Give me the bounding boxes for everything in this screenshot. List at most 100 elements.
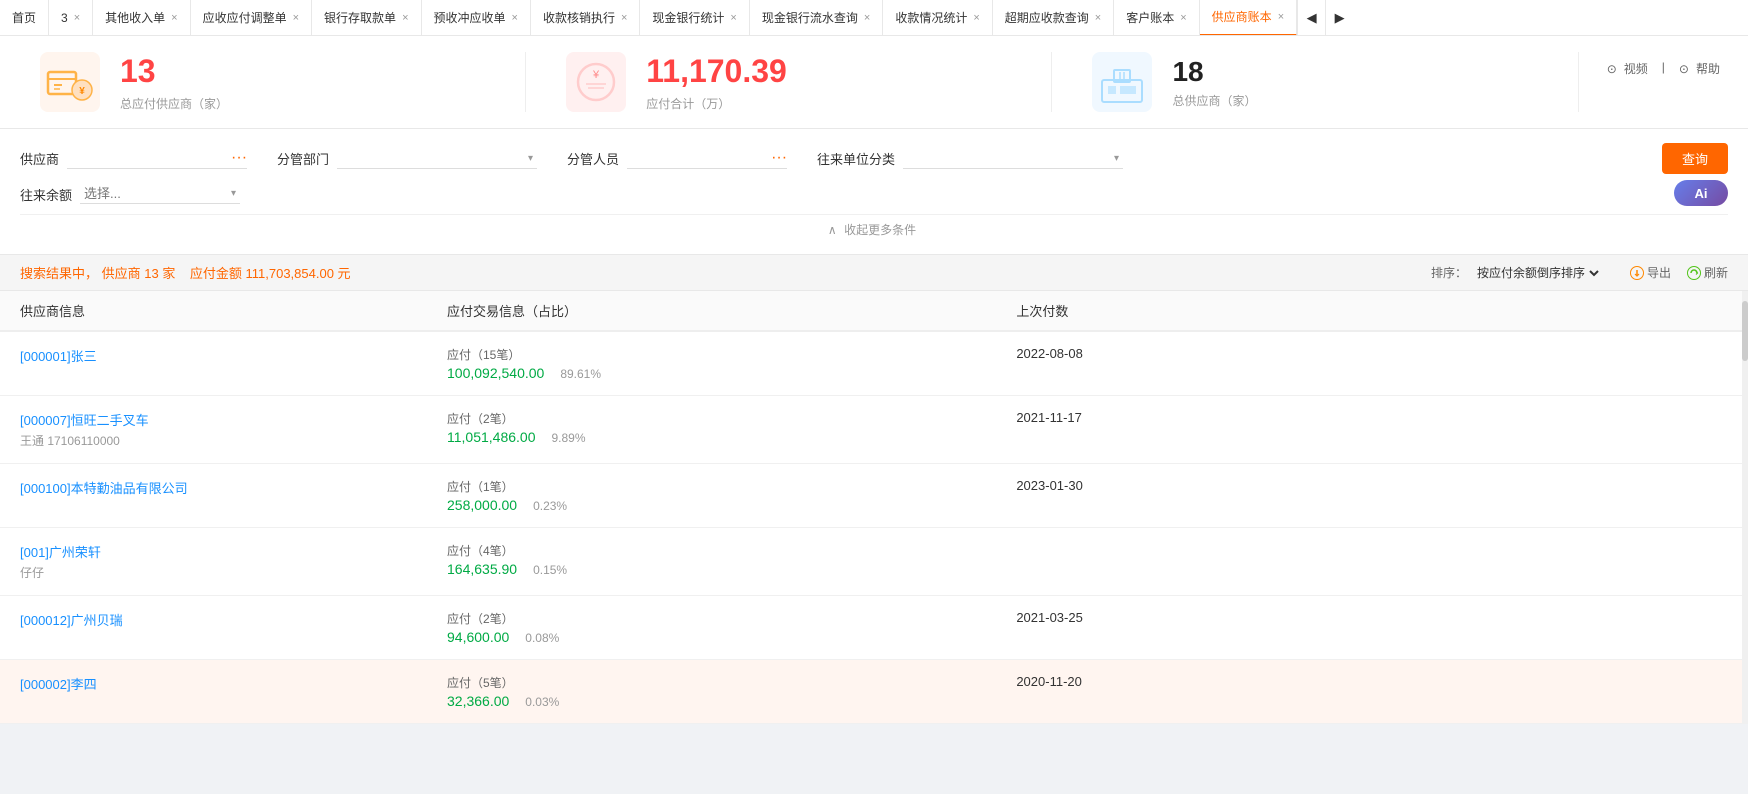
- supplier-name[interactable]: [000100]本特勤油品有限公司: [20, 478, 447, 497]
- filter-item-supplier: 供应商 ···: [20, 149, 247, 169]
- payable-amount-icon: ¥: [566, 52, 626, 112]
- supplier-link[interactable]: [000001]张三: [20, 349, 97, 364]
- balance-filter-label: 往来余额: [20, 185, 72, 204]
- tx-amount[interactable]: 94,600.00: [447, 629, 509, 645]
- supplier-dots[interactable]: ···: [231, 149, 247, 167]
- supplier-input[interactable]: [67, 149, 227, 168]
- tx-label: 应付（4笔）: [447, 542, 1016, 559]
- tx-amount[interactable]: 11,051,486.00: [447, 429, 536, 445]
- supplier-link[interactable]: [000002]李四: [20, 677, 97, 692]
- balance-input[interactable]: [80, 184, 240, 203]
- svg-text:¥: ¥: [79, 86, 85, 97]
- table-row: [001]广州荣轩 仔仔 应付（4笔） 164,635.90 0.15%: [0, 528, 1748, 596]
- nav-tab-overdue[interactable]: 超期应收款查询 ×: [993, 0, 1114, 36]
- close-icon[interactable]: ×: [512, 12, 518, 24]
- nav-tab-3[interactable]: 3 ×: [49, 0, 93, 36]
- tx-row: 100,092,540.00 89.61%: [447, 363, 1016, 381]
- supplier-link[interactable]: [000012]广州贝瑞: [20, 613, 123, 628]
- close-icon[interactable]: ×: [1278, 11, 1284, 23]
- filter-item-person: 分管人员 ···: [567, 149, 787, 169]
- close-icon[interactable]: ×: [1180, 12, 1186, 24]
- stats-row: ¥ 13 总应付供应商（家） ¥ 11,170.39 应付合计（万）: [0, 36, 1748, 129]
- nav-tab-collection-stats[interactable]: 收款情况统计 ×: [883, 0, 992, 36]
- transaction-cell: 应付（2笔） 94,600.00 0.08%: [447, 610, 1016, 645]
- table-body: [000001]张三 应付（15笔） 100,092,540.00 89.61%…: [0, 332, 1748, 724]
- supplier-cell: [000100]本特勤油品有限公司: [20, 478, 447, 497]
- tx-percent: 89.61%: [560, 367, 601, 381]
- payable-suppliers-icon: ¥: [40, 52, 100, 112]
- tx-percent: 0.15%: [533, 563, 567, 577]
- export-icon: [1630, 266, 1644, 280]
- filter-item-balance: 往来余额 ▾: [20, 184, 240, 204]
- nav-prev-arrow[interactable]: ◀: [1297, 0, 1325, 36]
- main-table: 供应商信息 应付交易信息（占比） 上次付数 [000001]张三 应付（15笔）…: [0, 291, 1748, 724]
- table-row: [000007]恒旺二手叉车 王通 17106110000 应付（2笔） 11,…: [0, 396, 1748, 464]
- supplier-name[interactable]: [000012]广州贝瑞: [20, 610, 447, 629]
- person-input[interactable]: [627, 149, 767, 168]
- video-link[interactable]: ⊙视频: [1603, 60, 1652, 77]
- nav-tab-adjustment[interactable]: 应收应付调整单 ×: [191, 0, 312, 36]
- scroll-thumb[interactable]: [1742, 301, 1748, 361]
- close-icon[interactable]: ×: [1095, 12, 1101, 24]
- supplier-link[interactable]: [000007]恒旺二手叉车: [20, 413, 149, 428]
- supplier-sub: 王通 17106110000: [20, 432, 447, 449]
- nav-tab-cash-flow[interactable]: 现金银行流水查询 ×: [750, 0, 883, 36]
- category-dropdown-icon: ▾: [1114, 153, 1119, 164]
- scrollbar[interactable]: [1742, 291, 1748, 724]
- stat-info-total-suppliers: 18 总供应商（家）: [1172, 55, 1256, 110]
- collapse-bar[interactable]: ∧ 收起更多条件: [20, 214, 1728, 244]
- tx-amount[interactable]: 164,635.90: [447, 561, 517, 577]
- person-dots[interactable]: ···: [771, 149, 787, 167]
- person-filter-label: 分管人员: [567, 149, 619, 168]
- supplier-link[interactable]: [001]广州荣轩: [20, 545, 101, 560]
- close-icon[interactable]: ×: [864, 12, 870, 24]
- tx-amount[interactable]: 258,000.00: [447, 497, 517, 513]
- close-icon[interactable]: ×: [171, 12, 177, 24]
- close-icon[interactable]: ×: [730, 12, 736, 24]
- nav-tab-cash-stats[interactable]: 现金银行统计 ×: [640, 0, 749, 36]
- close-icon[interactable]: ×: [621, 12, 627, 24]
- lastpay-cell: 2022-08-08: [1016, 346, 1443, 361]
- supplier-name[interactable]: [001]广州荣轩: [20, 542, 447, 561]
- nav-next-arrow[interactable]: ▶: [1325, 0, 1353, 36]
- stat-value-total-suppliers: 18: [1172, 55, 1256, 89]
- tx-label: 应付（1笔）: [447, 478, 1016, 495]
- supplier-link[interactable]: [000100]本特勤油品有限公司: [20, 481, 188, 496]
- nav-tab-prepay[interactable]: 预收冲应收单 ×: [422, 0, 531, 36]
- refresh-button[interactable]: 刷新: [1687, 264, 1728, 281]
- table-row: [000002]李四 应付（5笔） 32,366.00 0.03% 2020-1…: [0, 660, 1748, 724]
- nav-tab-other-income[interactable]: 其他收入单 ×: [93, 0, 190, 36]
- sort-select[interactable]: 按应付余额倒序排序 按应付余额正序排序: [1473, 265, 1602, 281]
- tx-row: 11,051,486.00 9.89%: [447, 427, 1016, 445]
- nav-tab-customer-ledger[interactable]: 客户账本 ×: [1114, 0, 1199, 36]
- tx-amount[interactable]: 100,092,540.00: [447, 365, 544, 381]
- close-icon[interactable]: ×: [74, 12, 80, 24]
- supplier-cell: [001]广州荣轩 仔仔: [20, 542, 447, 581]
- transaction-cell: 应付（2笔） 11,051,486.00 9.89%: [447, 410, 1016, 445]
- help-link[interactable]: ⊙帮助: [1675, 60, 1724, 77]
- close-icon[interactable]: ×: [402, 12, 408, 24]
- collapse-label: 收起更多条件: [844, 223, 916, 237]
- nav-tab-home[interactable]: 首页: [0, 0, 49, 36]
- transaction-cell: 应付（1笔） 258,000.00 0.23%: [447, 478, 1016, 513]
- nav-tab-bank[interactable]: 银行存取款单 ×: [312, 0, 421, 36]
- tx-row: 32,366.00 0.03%: [447, 691, 1016, 709]
- ai-button[interactable]: Ai: [1674, 180, 1728, 206]
- close-icon[interactable]: ×: [973, 12, 979, 24]
- dept-input[interactable]: [337, 149, 537, 168]
- category-input[interactable]: [903, 149, 1123, 168]
- supplier-name[interactable]: [000007]恒旺二手叉车: [20, 410, 447, 429]
- tx-amount[interactable]: 32,366.00: [447, 693, 509, 709]
- export-button[interactable]: 导出: [1630, 264, 1671, 281]
- lastpay-cell: 2021-11-17: [1016, 410, 1443, 425]
- stat-label-total-suppliers: 总供应商（家）: [1172, 92, 1256, 109]
- top-navigation: 首页 3 × 其他收入单 × 应收应付调整单 × 银行存取款单 × 预收冲应收单…: [0, 0, 1748, 36]
- result-info: 搜索结果中， 供应商 13 家 应付金额 111,703,854.00 元: [20, 263, 351, 282]
- close-icon[interactable]: ×: [293, 12, 299, 24]
- nav-tab-verify[interactable]: 收款核销执行 ×: [531, 0, 640, 36]
- col-header-lastpay: 上次付数: [1016, 301, 1443, 320]
- search-button[interactable]: 查询: [1662, 143, 1728, 174]
- nav-tab-supplier-ledger[interactable]: 供应商账本 ×: [1200, 0, 1297, 36]
- supplier-name[interactable]: [000001]张三: [20, 346, 447, 365]
- supplier-name[interactable]: [000002]李四: [20, 674, 447, 693]
